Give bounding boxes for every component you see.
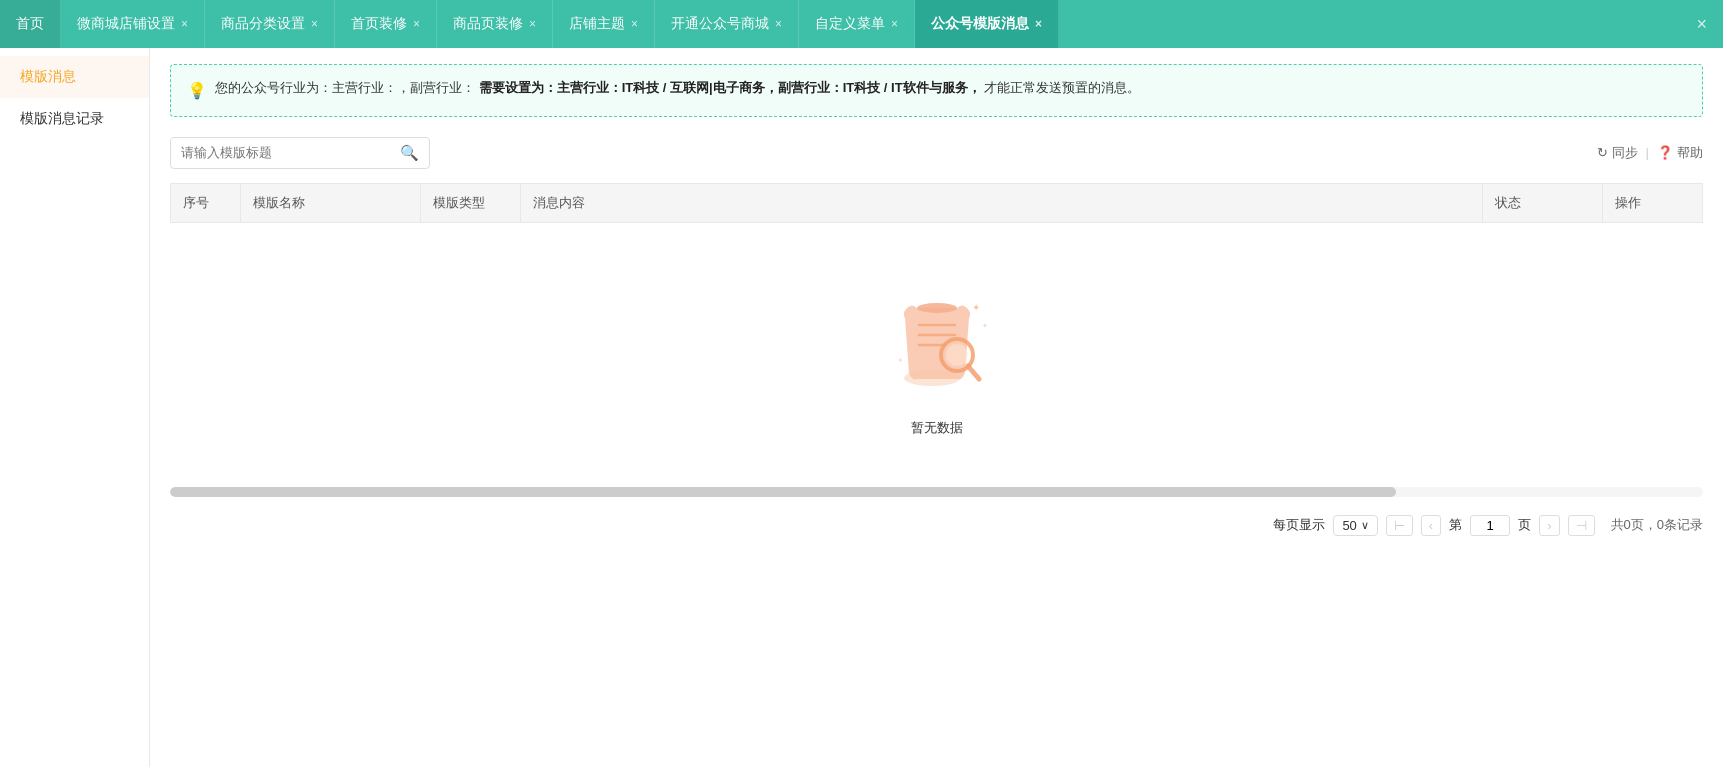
search-icon: 🔍 xyxy=(400,144,419,161)
nav-tab-open-mall[interactable]: 开通公众号商城 × xyxy=(655,0,799,48)
nav-tab-homepage-decor-label: 首页装修 xyxy=(351,15,407,33)
sync-icon: ↻ xyxy=(1597,145,1608,160)
help-icon: ❓ xyxy=(1657,145,1673,160)
help-button[interactable]: ❓ 帮助 xyxy=(1657,144,1703,162)
nav-tab-home[interactable]: 首页 xyxy=(0,0,61,48)
svg-line-7 xyxy=(968,366,979,379)
th-content: 消息内容 xyxy=(521,183,1483,222)
search-button[interactable]: 🔍 xyxy=(390,138,429,168)
nav-tab-custom-menu-label: 自定义菜单 xyxy=(815,15,885,33)
search-input-wrap: 🔍 xyxy=(170,137,430,169)
empty-illustration: ✦ ✦ ✦ xyxy=(877,283,997,403)
info-icon: 💡 xyxy=(187,78,207,104)
main-layout: 模版消息 模版消息记录 💡 您的公众号行业为：主营行业：，副营行业： 需要设置为… xyxy=(0,48,1723,767)
sidebar-item-template-msg-record[interactable]: 模版消息记录 xyxy=(0,98,149,140)
nav-tab-category-settings[interactable]: 商品分类设置 × xyxy=(205,0,335,48)
nav-tab-open-mall-label: 开通公众号商城 xyxy=(671,15,769,33)
sidebar-item-template-msg-record-label: 模版消息记录 xyxy=(20,110,104,126)
last-page-button[interactable]: ⊣ xyxy=(1568,515,1595,536)
svg-point-1 xyxy=(917,303,957,313)
nav-tab-product-decor-label: 商品页装修 xyxy=(453,15,523,33)
data-table: 序号 模版名称 模版类型 消息内容 状态 操作 xyxy=(170,183,1703,477)
info-box-text: 您的公众号行业为：主营行业：，副营行业： 需要设置为：主营行业：IT科技 / 互… xyxy=(215,77,1140,99)
page-input[interactable] xyxy=(1470,515,1510,536)
th-ops: 操作 xyxy=(1603,183,1703,222)
info-box: 💡 您的公众号行业为：主营行业：，副营行业： 需要设置为：主营行业：IT科技 /… xyxy=(170,64,1703,117)
info-highlight: 需要设置为：主营行业：IT科技 / 互联网|电子商务，副营行业：IT科技 / I… xyxy=(479,80,981,95)
nav-tab-shop-theme[interactable]: 店铺主题 × xyxy=(553,0,655,48)
sidebar-item-template-msg[interactable]: 模版消息 xyxy=(0,56,149,98)
search-input[interactable] xyxy=(171,139,390,166)
sync-label: 同步 xyxy=(1612,144,1638,162)
first-page-button[interactable]: ⊢ xyxy=(1386,515,1413,536)
page-label: 第 xyxy=(1449,516,1462,534)
sync-button[interactable]: ↻ 同步 xyxy=(1597,144,1638,162)
nav-tab-home-label: 首页 xyxy=(16,15,44,33)
table-empty-cell: ✦ ✦ ✦ 暂无数据 xyxy=(171,222,1703,477)
search-bar: 🔍 ↻ 同步 | ❓ 帮助 xyxy=(170,137,1703,169)
table-empty-row: ✦ ✦ ✦ 暂无数据 xyxy=(171,222,1703,477)
info-prefix: 您的公众号行业为：主营行业：，副营行业： xyxy=(215,80,475,95)
nav-tab-custom-menu[interactable]: 自定义菜单 × xyxy=(799,0,915,48)
th-seq-label: 序号 xyxy=(183,195,209,210)
empty-state-text: 暂无数据 xyxy=(911,419,963,437)
nav-tab-template-msg-close[interactable]: × xyxy=(1035,17,1042,31)
per-page-value: 50 xyxy=(1342,518,1356,533)
nav-tab-shop-settings[interactable]: 微商城店铺设置 × xyxy=(61,0,205,48)
per-page-select[interactable]: 50 ∨ xyxy=(1333,515,1377,536)
search-actions: ↻ 同步 | ❓ 帮助 xyxy=(1597,144,1703,162)
th-type-label: 模版类型 xyxy=(433,195,485,210)
empty-state: ✦ ✦ ✦ 暂无数据 xyxy=(171,223,1703,477)
nav-tab-template-msg[interactable]: 公众号模版消息 × xyxy=(915,0,1059,48)
th-status: 状态 xyxy=(1483,183,1603,222)
nav-tab-shop-settings-label: 微商城店铺设置 xyxy=(77,15,175,33)
nav-tab-shop-theme-close[interactable]: × xyxy=(631,17,638,31)
th-name-label: 模版名称 xyxy=(253,195,305,210)
th-name: 模版名称 xyxy=(241,183,421,222)
nav-tab-shop-theme-label: 店铺主题 xyxy=(569,15,625,33)
svg-text:✦: ✦ xyxy=(982,322,988,329)
th-content-label: 消息内容 xyxy=(533,195,585,210)
scroll-bar-area[interactable] xyxy=(170,487,1703,497)
th-status-label: 状态 xyxy=(1495,195,1521,210)
svg-point-6 xyxy=(946,344,968,366)
close-all-button[interactable]: × xyxy=(1680,14,1723,35)
per-page-label: 每页显示 xyxy=(1273,516,1325,534)
svg-text:✦: ✦ xyxy=(897,356,904,365)
chevron-down-icon: ∨ xyxy=(1361,519,1369,532)
pagination: 每页显示 50 ∨ ⊢ ‹ 第 页 › ⊣ 共0页，0条记录 xyxy=(170,507,1703,544)
nav-tab-shop-settings-close[interactable]: × xyxy=(181,17,188,31)
help-label: 帮助 xyxy=(1677,144,1703,162)
nav-tab-template-msg-label: 公众号模版消息 xyxy=(931,15,1029,33)
svg-text:✦: ✦ xyxy=(972,302,980,313)
nav-tab-category-settings-close[interactable]: × xyxy=(311,17,318,31)
th-ops-label: 操作 xyxy=(1615,195,1641,210)
divider: | xyxy=(1646,145,1649,160)
next-page-button[interactable]: › xyxy=(1539,515,1559,536)
nav-tab-open-mall-close[interactable]: × xyxy=(775,17,782,31)
page-unit: 页 xyxy=(1518,516,1531,534)
nav-tab-product-decor[interactable]: 商品页装修 × xyxy=(437,0,553,48)
prev-page-button[interactable]: ‹ xyxy=(1421,515,1441,536)
th-seq: 序号 xyxy=(171,183,241,222)
table-header-row: 序号 模版名称 模版类型 消息内容 状态 操作 xyxy=(171,183,1703,222)
info-suffix: 才能正常发送预置的消息。 xyxy=(984,80,1140,95)
nav-tab-category-settings-label: 商品分类设置 xyxy=(221,15,305,33)
scroll-bar-thumb xyxy=(170,487,1396,497)
sidebar-item-template-msg-label: 模版消息 xyxy=(20,68,76,84)
nav-tab-homepage-decor-close[interactable]: × xyxy=(413,17,420,31)
nav-tab-product-decor-close[interactable]: × xyxy=(529,17,536,31)
top-nav: 首页 微商城店铺设置 × 商品分类设置 × 首页装修 × 商品页装修 × 店铺主… xyxy=(0,0,1723,48)
page-total: 共0页，0条记录 xyxy=(1611,516,1703,534)
nav-tab-homepage-decor[interactable]: 首页装修 × xyxy=(335,0,437,48)
content-area: 💡 您的公众号行业为：主营行业：，副营行业： 需要设置为：主营行业：IT科技 /… xyxy=(150,48,1723,767)
nav-tab-custom-menu-close[interactable]: × xyxy=(891,17,898,31)
th-type: 模版类型 xyxy=(421,183,521,222)
sidebar: 模版消息 模版消息记录 xyxy=(0,48,150,767)
